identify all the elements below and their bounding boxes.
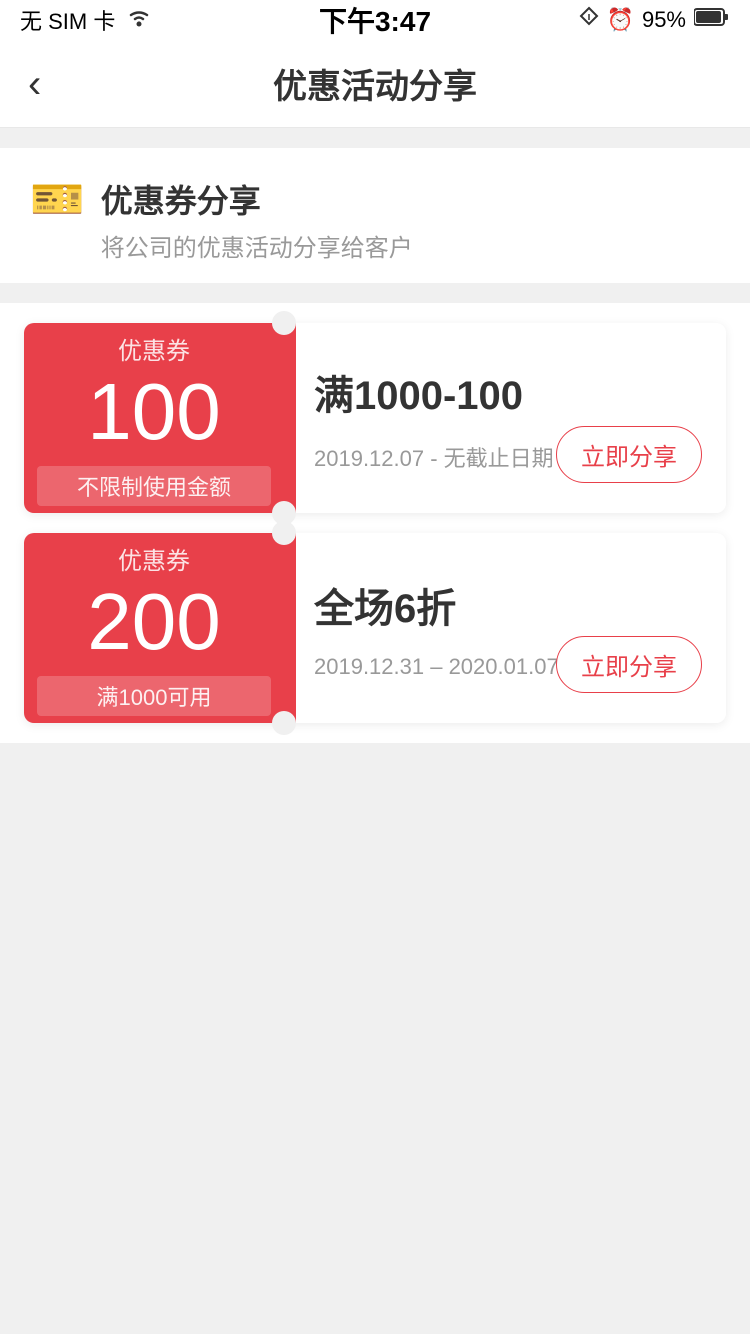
sim-label: 无 SIM 卡 <box>20 4 115 36</box>
share-button[interactable]: 立即分享 <box>556 636 702 693</box>
sep-dot-top <box>272 521 296 545</box>
section-header: 🎫 优惠券分享 将公司的优惠活动分享给客户 <box>0 148 750 283</box>
coupon-type-label: 优惠券 <box>118 331 190 366</box>
sep-dot-top <box>272 311 296 335</box>
coupon-amount: 100 <box>87 372 220 452</box>
wifi-icon <box>125 7 153 33</box>
nav-title: 优惠活动分享 <box>273 59 477 108</box>
section-subtitle: 将公司的优惠活动分享给客户 <box>101 228 413 263</box>
status-bar: 无 SIM 卡 下午3:47 ⏰ 95% <box>0 0 750 40</box>
coupon-right-panel: 全场6折 2019.12.31 – 2020.01.07 立即分享 <box>284 533 726 723</box>
status-left: 无 SIM 卡 <box>20 4 153 36</box>
coupon-list: 优惠券 100 不限制使用金额 满1000-100 2019.12.07 - 无… <box>0 303 750 743</box>
location-icon <box>579 6 599 34</box>
status-time: 下午3:47 <box>319 0 431 40</box>
coupon-amount: 200 <box>87 582 220 662</box>
status-right: ⏰ 95% <box>579 6 730 34</box>
coupon-right-panel: 满1000-100 2019.12.07 - 无截止日期 立即分享 <box>284 323 726 513</box>
coupon-left-panel: 优惠券 200 满1000可用 <box>24 533 284 723</box>
coupon-condition: 不限制使用金额 <box>37 466 271 506</box>
section-text: 优惠券分享 将公司的优惠活动分享给客户 <box>101 176 413 263</box>
coupon-name: 全场6折 <box>314 576 696 634</box>
nav-bar: ‹ 优惠活动分享 <box>0 40 750 128</box>
alarm-icon: ⏰ <box>607 7 634 33</box>
coupon-type-label: 优惠券 <box>118 541 190 576</box>
empty-area <box>0 743 750 1303</box>
section-title: 优惠券分享 <box>101 176 413 222</box>
back-button[interactable]: ‹ <box>28 64 41 104</box>
share-button[interactable]: 立即分享 <box>556 426 702 483</box>
battery-percent: 95% <box>642 7 686 33</box>
coupon-left-panel: 优惠券 100 不限制使用金额 <box>24 323 284 513</box>
coupon-condition: 满1000可用 <box>37 676 271 716</box>
coupon-name: 满1000-100 <box>314 363 696 421</box>
sep-dot-bottom <box>272 711 296 735</box>
coupon-section-icon: 🎫 <box>30 178 85 222</box>
battery-icon <box>694 7 730 33</box>
coupon-card: 优惠券 200 满1000可用 全场6折 2019.12.31 – 2020.0… <box>24 533 726 723</box>
coupon-card: 优惠券 100 不限制使用金额 满1000-100 2019.12.07 - 无… <box>24 323 726 513</box>
